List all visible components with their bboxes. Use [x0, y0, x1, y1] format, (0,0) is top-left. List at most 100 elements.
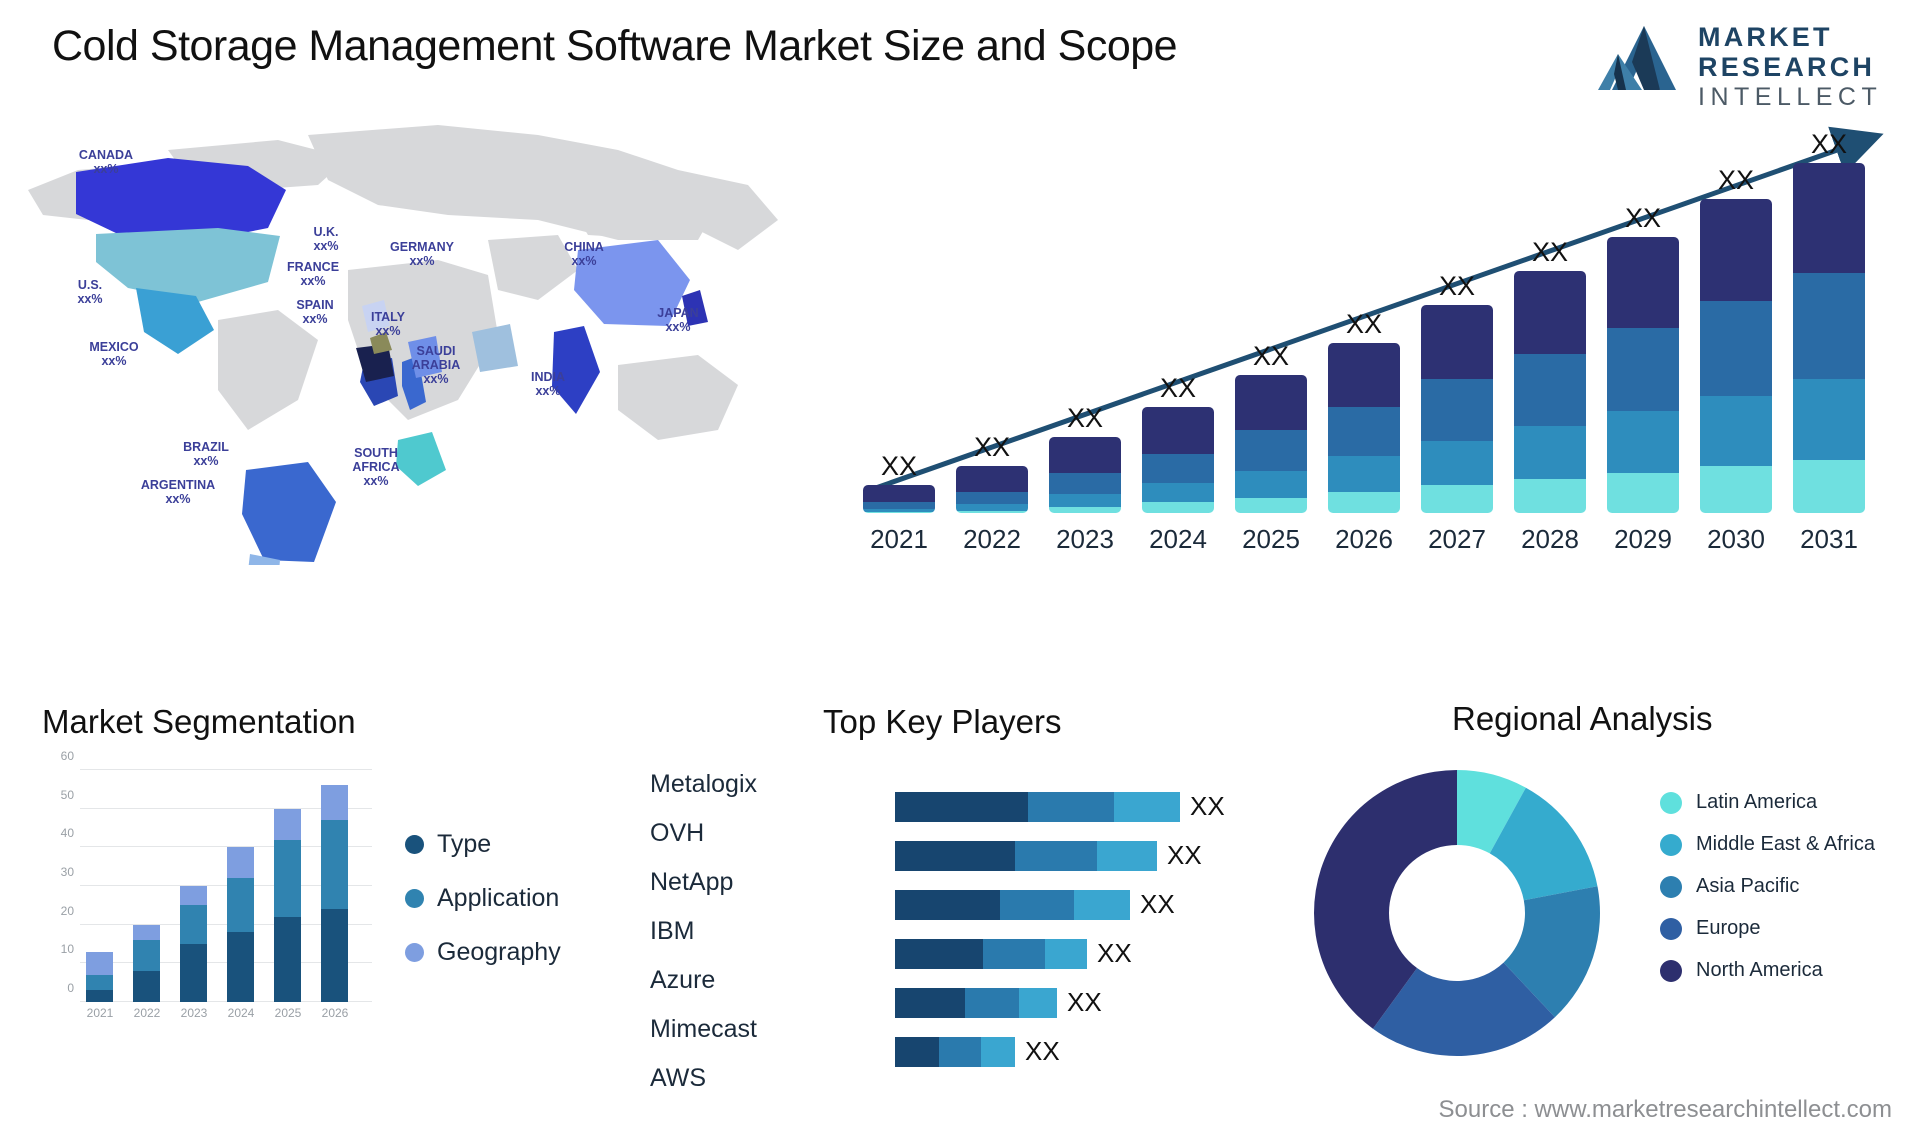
- map-label-name: AFRICA: [352, 460, 400, 474]
- segmentation-y-tick: 50: [60, 787, 74, 802]
- forecast-bar[interactable]: [956, 466, 1028, 513]
- segmentation-bar[interactable]: [227, 847, 254, 1002]
- forecast-bar-column[interactable]: XX: [1142, 373, 1214, 513]
- segmentation-bar-segment: [180, 944, 207, 1002]
- key-player-bar-row[interactable]: XX: [895, 782, 1295, 831]
- forecast-bar-column[interactable]: XX: [1514, 237, 1586, 513]
- forecast-bar[interactable]: [1700, 199, 1772, 513]
- forecast-bar[interactable]: [1514, 271, 1586, 513]
- key-player-bar-segment: [1097, 840, 1157, 871]
- key-player-bar-row[interactable]: XX: [895, 1027, 1295, 1076]
- market-segmentation-chart[interactable]: 0 10 20 30 40 50 60 2021 2022 2023 2024 2025 2026: [42, 749, 372, 1035]
- key-player-name[interactable]: IBM: [650, 907, 830, 956]
- segmentation-bar-segment: [133, 940, 160, 972]
- map-label-u-s-: U.S. xx%: [45, 278, 135, 306]
- segmentation-bar[interactable]: [321, 785, 348, 1002]
- regional-legend-item[interactable]: North America: [1660, 958, 1875, 982]
- key-player-name[interactable]: AWS: [650, 1054, 830, 1103]
- segmentation-gridline: [80, 769, 372, 770]
- segmentation-y-tick: 60: [60, 749, 74, 763]
- forecast-bar-column[interactable]: XX: [1793, 129, 1865, 513]
- segmentation-bar[interactable]: [133, 924, 160, 1002]
- segmentation-legend-item[interactable]: Geography: [405, 938, 561, 967]
- forecast-bar[interactable]: [1328, 343, 1400, 513]
- forecast-bar-value: XX: [1159, 373, 1197, 403]
- key-players-list[interactable]: Metalogix OVH NetApp IBM Azure Mimecast AWS: [650, 760, 830, 1103]
- forecast-bar-column[interactable]: XX: [863, 451, 935, 513]
- forecast-bar-segment: [956, 491, 1028, 505]
- key-player-bar: [895, 889, 1130, 920]
- key-player-bar-segment: [895, 987, 965, 1018]
- regional-legend-item[interactable]: Europe: [1660, 916, 1875, 940]
- forecast-bar-segment: [1142, 453, 1214, 484]
- legend-dot-icon: [405, 943, 424, 962]
- map-label-germany: GERMANY xx%: [377, 240, 467, 268]
- key-player-bar-value: XX: [1097, 938, 1132, 968]
- forecast-bar[interactable]: [1607, 237, 1679, 513]
- regional-legend-item[interactable]: Latin America: [1660, 790, 1875, 814]
- segmentation-bar-segment: [274, 916, 301, 1002]
- forecast-bar-column[interactable]: XX: [1421, 271, 1493, 513]
- key-player-bar-row[interactable]: XX: [895, 978, 1295, 1027]
- segmentation-legend[interactable]: Type Application Geography: [405, 830, 561, 992]
- forecast-bar-column[interactable]: XX: [1049, 403, 1121, 513]
- key-player-name[interactable]: Azure: [650, 956, 830, 1005]
- segmentation-legend-item[interactable]: Application: [405, 884, 561, 913]
- top-key-players-title: Top Key Players: [823, 703, 1062, 740]
- key-player-name[interactable]: NetApp: [650, 858, 830, 907]
- forecast-bar-column[interactable]: XX: [956, 432, 1028, 513]
- map-label-value: xx%: [571, 254, 597, 268]
- regional-legend-item[interactable]: Middle East & Africa: [1660, 832, 1875, 856]
- map-label-name: ITALY: [370, 310, 406, 324]
- segmentation-bar[interactable]: [274, 808, 301, 1002]
- forecast-bar[interactable]: [1142, 407, 1214, 513]
- forecast-bar-column[interactable]: XX: [1700, 165, 1772, 513]
- key-player-bar-segment: [895, 889, 1000, 920]
- page-title: Cold Storage Management Software Market …: [52, 22, 1178, 70]
- forecast-bar-column[interactable]: XX: [1607, 203, 1679, 513]
- world-map[interactable]: CANADA xx% U.S. xx% MEXICO xx% BRAZIL xx% ARGENT…: [18, 110, 818, 565]
- forecast-year-label: 2022: [963, 524, 1021, 554]
- forecast-bar[interactable]: [1421, 305, 1493, 513]
- forecast-bar-segment: [1235, 430, 1307, 471]
- segmentation-bar-segment: [86, 951, 113, 975]
- forecast-bar[interactable]: [863, 485, 935, 513]
- key-player-name[interactable]: OVH: [650, 809, 830, 858]
- forecast-bar[interactable]: [1049, 437, 1121, 513]
- map-label-value: xx%: [313, 239, 339, 253]
- forecast-bar[interactable]: [1793, 163, 1865, 513]
- regional-legend[interactable]: Latin America Middle East & Africa Asia Pa…: [1660, 790, 1875, 1000]
- key-player-bar-row[interactable]: XX: [895, 929, 1295, 978]
- map-label-canada: CANADA xx%: [61, 148, 151, 176]
- legend-dot-icon: [405, 889, 424, 908]
- forecast-bar-segment: [1700, 199, 1772, 301]
- map-label-value: xx%: [77, 292, 103, 306]
- segmentation-legend-item[interactable]: Type: [405, 830, 561, 859]
- segmentation-bar-segment: [227, 932, 254, 1002]
- key-player-bar-row[interactable]: XX: [895, 831, 1295, 880]
- segmentation-bar[interactable]: [180, 886, 207, 1002]
- segmentation-bar[interactable]: [86, 951, 113, 1002]
- map-label-name: CANADA: [78, 148, 134, 162]
- segmentation-bar-segment: [227, 847, 254, 879]
- market-forecast-chart[interactable]: XX XX XX XX XX XX XX XX XX XX XX 2021 2022 2023 2024 2…: [845, 120, 1900, 555]
- forecast-bar-segment: [1235, 375, 1307, 431]
- key-player-bar-value: XX: [1067, 987, 1102, 1017]
- key-player-bar-row[interactable]: XX: [895, 880, 1295, 929]
- segmentation-bar-segment: [133, 924, 160, 941]
- key-players-bars[interactable]: XX XX XX XX XX XX: [895, 782, 1295, 1076]
- forecast-bar-column[interactable]: XX: [1235, 341, 1307, 513]
- map-label-name: FRANCE: [286, 260, 340, 274]
- key-player-name[interactable]: Mimecast: [650, 1005, 830, 1054]
- forecast-bar-value: XX: [1252, 341, 1290, 371]
- forecast-bar[interactable]: [1235, 375, 1307, 513]
- regional-legend-label: Asia Pacific: [1696, 875, 1800, 897]
- forecast-bar-segment: [1049, 437, 1121, 473]
- map-label-value: xx%: [193, 454, 219, 468]
- key-player-name[interactable]: Metalogix: [650, 760, 830, 809]
- segmentation-x-label: 2023: [180, 1006, 208, 1020]
- key-player-bar: [895, 791, 1180, 822]
- regional-legend-item[interactable]: Asia Pacific: [1660, 874, 1875, 898]
- forecast-bar-column[interactable]: XX: [1328, 309, 1400, 513]
- regional-analysis-donut[interactable]: [1312, 768, 1602, 1058]
